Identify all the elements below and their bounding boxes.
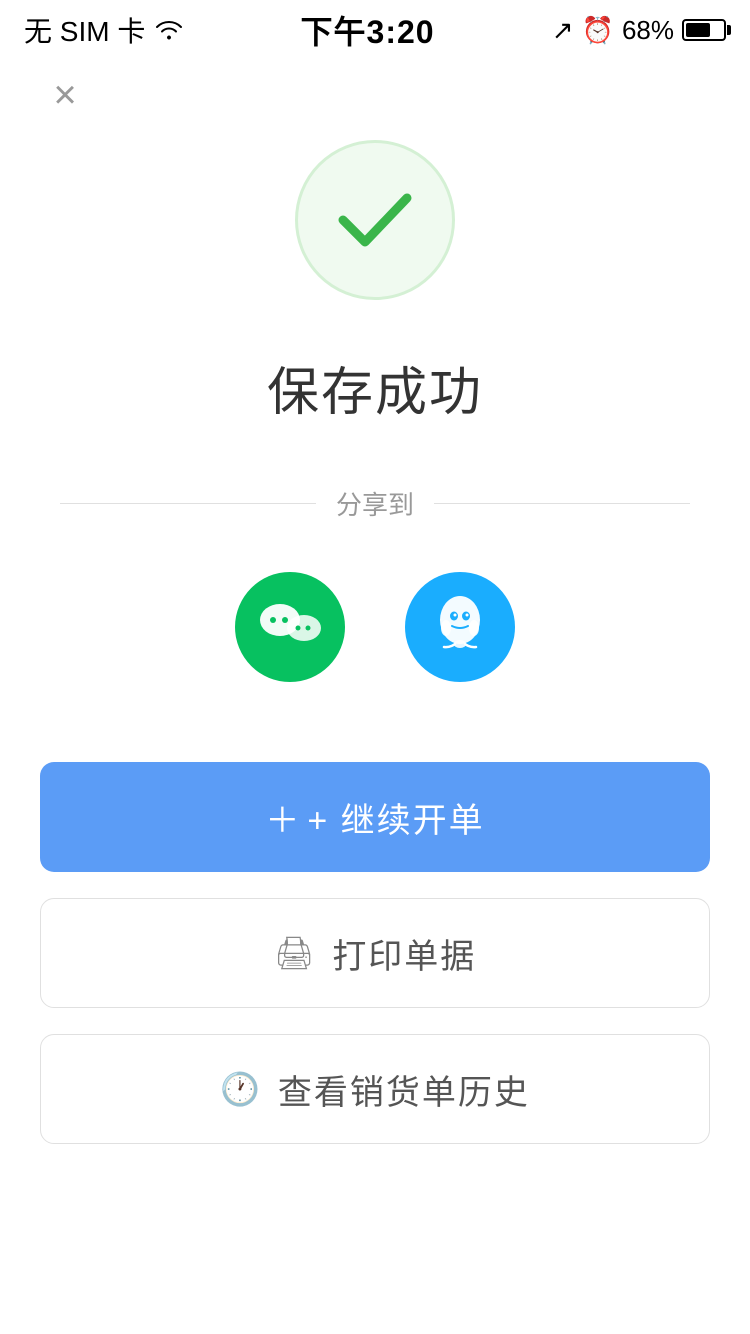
- continue-button[interactable]: ＋ + 继续开单: [40, 762, 710, 872]
- qq-icon: [430, 592, 490, 662]
- divider-right: [434, 503, 690, 504]
- wechat-icon: [258, 600, 323, 655]
- battery-percent: 68%: [622, 15, 674, 46]
- clock-icon: 🕐: [220, 1070, 262, 1108]
- continue-label: + 继续开单: [307, 793, 484, 842]
- print-button[interactable]: 🖨 打印单据: [40, 898, 710, 1008]
- print-label: 打印单据: [332, 929, 476, 978]
- share-divider: 分享到: [60, 485, 690, 522]
- close-button[interactable]: ×: [40, 70, 90, 120]
- carrier-text: 无 SIM 卡: [24, 10, 145, 50]
- status-carrier: 无 SIM 卡: [24, 10, 183, 50]
- location-icon: ↗: [552, 15, 574, 46]
- wifi-icon: [155, 19, 183, 41]
- share-label: 分享到: [336, 485, 414, 522]
- printer-icon: 🖨: [274, 934, 317, 972]
- alarm-icon: ⏰: [582, 15, 614, 46]
- wechat-share-button[interactable]: [235, 572, 345, 682]
- success-title: 保存成功: [267, 350, 483, 425]
- continue-plus-icon: ＋: [265, 793, 301, 842]
- share-section: 分享到: [0, 485, 750, 682]
- status-bar: 无 SIM 卡 下午3:20 ↗ ⏰ 68%: [0, 0, 750, 60]
- checkmark-icon: [335, 190, 415, 250]
- qq-share-button[interactable]: [405, 572, 515, 682]
- divider-left: [60, 503, 316, 504]
- status-time: 下午3:20: [301, 7, 435, 53]
- close-icon: ×: [53, 75, 76, 115]
- main-content: 保存成功 分享到: [0, 60, 750, 1144]
- success-circle: [295, 140, 455, 300]
- history-button[interactable]: 🕐 查看销货单历史: [40, 1034, 710, 1144]
- share-icons-container: [60, 572, 690, 682]
- battery-icon: [682, 19, 726, 41]
- history-label: 查看销货单历史: [278, 1065, 530, 1114]
- status-right-icons: ↗ ⏰ 68%: [552, 15, 726, 46]
- action-buttons: ＋ + 继续开单 🖨 打印单据 🕐 查看销货单历史: [0, 762, 750, 1144]
